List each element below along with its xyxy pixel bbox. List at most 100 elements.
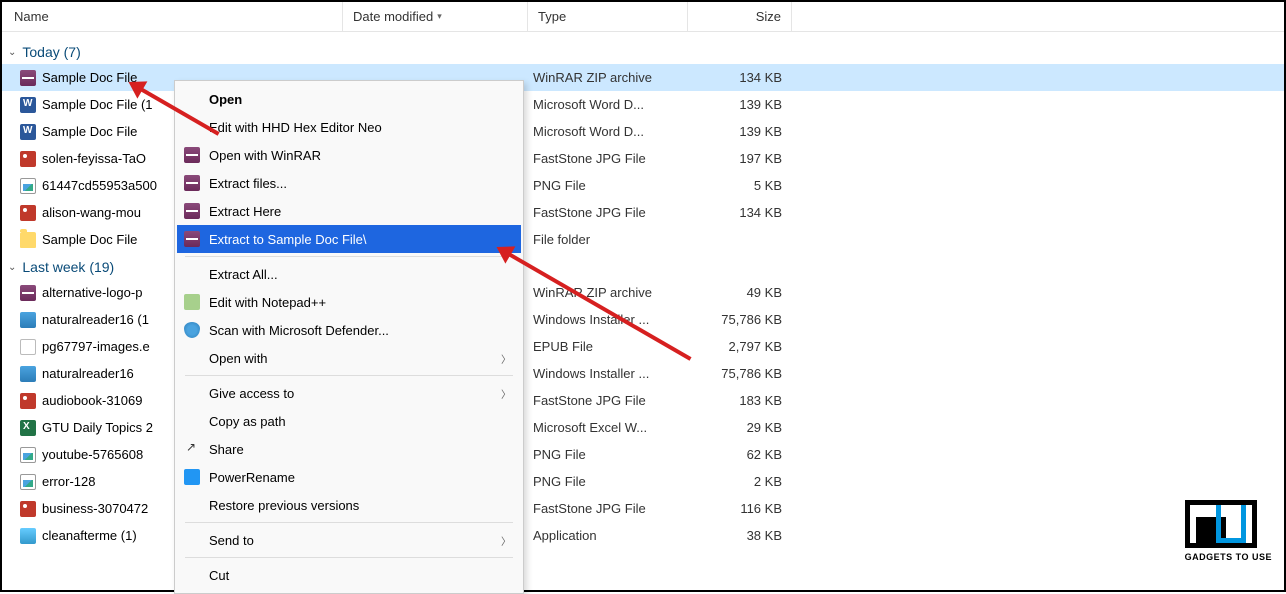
file-type: Windows Installer ... xyxy=(527,366,687,381)
submenu-arrow-icon: 〉 xyxy=(501,351,511,366)
menu-label: Scan with Microsoft Defender... xyxy=(209,323,513,338)
file-type: PNG File xyxy=(527,474,687,489)
share-icon xyxy=(181,441,203,457)
file-type: PNG File xyxy=(527,178,687,193)
file-type: FastStone JPG File xyxy=(527,205,687,220)
menu-label: Share xyxy=(209,442,513,457)
submenu-arrow-icon: 〉 xyxy=(501,386,511,401)
group-header[interactable]: ⌄ Today (7) xyxy=(2,38,1284,64)
column-name[interactable]: Name xyxy=(2,2,342,31)
menu-separator xyxy=(185,256,513,257)
file-type: WinRAR ZIP archive xyxy=(527,285,687,300)
chevron-down-icon: ⌄ xyxy=(8,262,16,273)
menu-label: Cut xyxy=(209,568,513,583)
doc-icon xyxy=(20,96,36,114)
file-size: 139 KB xyxy=(687,97,792,112)
menu-item[interactable]: Scan with Microsoft Defender... xyxy=(177,316,521,344)
menu-item[interactable]: Copy as path xyxy=(177,407,521,435)
column-date[interactable]: Date modified▾ xyxy=(342,2,527,31)
menu-label: Edit with HHD Hex Editor Neo xyxy=(209,120,513,135)
menu-item[interactable]: Extract files... xyxy=(177,169,521,197)
menu-label: Extract Here xyxy=(209,204,513,219)
menu-item[interactable]: Edit with Notepad++ xyxy=(177,288,521,316)
file-size: 2 KB xyxy=(687,474,792,489)
file-size: 5 KB xyxy=(687,178,792,193)
column-size[interactable]: Size xyxy=(687,2,792,31)
msi-icon xyxy=(20,311,36,329)
file-size: 116 KB xyxy=(687,501,792,516)
menu-item[interactable]: Open with〉 xyxy=(177,344,521,372)
menu-label: Extract to Sample Doc File\ xyxy=(209,232,513,247)
menu-item[interactable]: Cut xyxy=(177,561,521,589)
menu-label: Extract files... xyxy=(209,176,513,191)
menu-separator xyxy=(185,375,513,376)
sort-icon: ▾ xyxy=(437,11,442,22)
app-icon xyxy=(20,527,36,545)
rar-icon xyxy=(181,147,203,163)
menu-item[interactable]: PowerRename xyxy=(177,463,521,491)
shield-icon xyxy=(181,322,203,338)
menu-separator xyxy=(185,522,513,523)
context-menu: Open Edit with HHD Hex Editor Neo Open wit… xyxy=(174,80,524,594)
jpg-icon xyxy=(20,500,36,518)
menu-label: Restore previous versions xyxy=(209,498,513,513)
menu-label: Extract All... xyxy=(209,267,513,282)
menu-label: Copy as path xyxy=(209,414,513,429)
file-size: 38 KB xyxy=(687,528,792,543)
file-size: 29 KB xyxy=(687,420,792,435)
file-size: 197 KB xyxy=(687,151,792,166)
file-type: FastStone JPG File xyxy=(527,393,687,408)
rename-icon xyxy=(181,469,203,485)
rar-icon xyxy=(20,284,36,302)
file-size: 49 KB xyxy=(687,285,792,300)
file-size: 75,786 KB xyxy=(687,312,792,327)
xls-icon xyxy=(20,419,36,437)
group-label: Today (7) xyxy=(22,44,80,60)
rar-icon xyxy=(181,231,203,247)
file-type: PNG File xyxy=(527,447,687,462)
doc-icon xyxy=(20,123,36,141)
chevron-down-icon: ⌄ xyxy=(8,47,16,58)
menu-label: Open with xyxy=(209,351,513,366)
png-icon xyxy=(20,177,36,195)
rar-icon xyxy=(181,175,203,191)
png-icon xyxy=(20,446,36,464)
file-size: 62 KB xyxy=(687,447,792,462)
file-size: 134 KB xyxy=(687,70,792,85)
rar-icon xyxy=(20,69,36,87)
menu-separator xyxy=(185,557,513,558)
menu-label: PowerRename xyxy=(209,470,513,485)
file-size: 2,797 KB xyxy=(687,339,792,354)
file-type: Application xyxy=(527,528,687,543)
watermark-logo: GADGETS TO USE xyxy=(1185,500,1272,562)
column-type[interactable]: Type xyxy=(527,2,687,31)
file-size: 134 KB xyxy=(687,205,792,220)
menu-item[interactable]: Share xyxy=(177,435,521,463)
menu-item[interactable]: Restore previous versions xyxy=(177,491,521,519)
file-size: 139 KB xyxy=(687,124,792,139)
menu-label: Give access to xyxy=(209,386,513,401)
file-type: Windows Installer ... xyxy=(527,312,687,327)
menu-item[interactable]: Extract All... xyxy=(177,260,521,288)
menu-label: Open with WinRAR xyxy=(209,148,513,163)
submenu-arrow-icon: 〉 xyxy=(501,533,511,548)
file-type: WinRAR ZIP archive xyxy=(527,70,687,85)
notepad-icon xyxy=(181,294,203,310)
jpg-icon xyxy=(20,204,36,222)
file-type: FastStone JPG File xyxy=(527,151,687,166)
jpg-icon xyxy=(20,150,36,168)
menu-item[interactable]: Send to〉 xyxy=(177,526,521,554)
menu-item[interactable]: Extract to Sample Doc File\ xyxy=(177,225,521,253)
menu-item[interactable]: Extract Here xyxy=(177,197,521,225)
file-type: File folder xyxy=(527,232,687,247)
epub-icon xyxy=(20,338,36,356)
file-size: 75,786 KB xyxy=(687,366,792,381)
group-label: Last week (19) xyxy=(22,259,114,275)
menu-item[interactable]: Open with WinRAR xyxy=(177,141,521,169)
menu-item[interactable]: Open xyxy=(177,85,521,113)
rar-icon xyxy=(181,203,203,219)
menu-item[interactable]: Edit with HHD Hex Editor Neo xyxy=(177,113,521,141)
menu-label: Edit with Notepad++ xyxy=(209,295,513,310)
menu-label: Send to xyxy=(209,533,513,548)
menu-item[interactable]: Give access to〉 xyxy=(177,379,521,407)
